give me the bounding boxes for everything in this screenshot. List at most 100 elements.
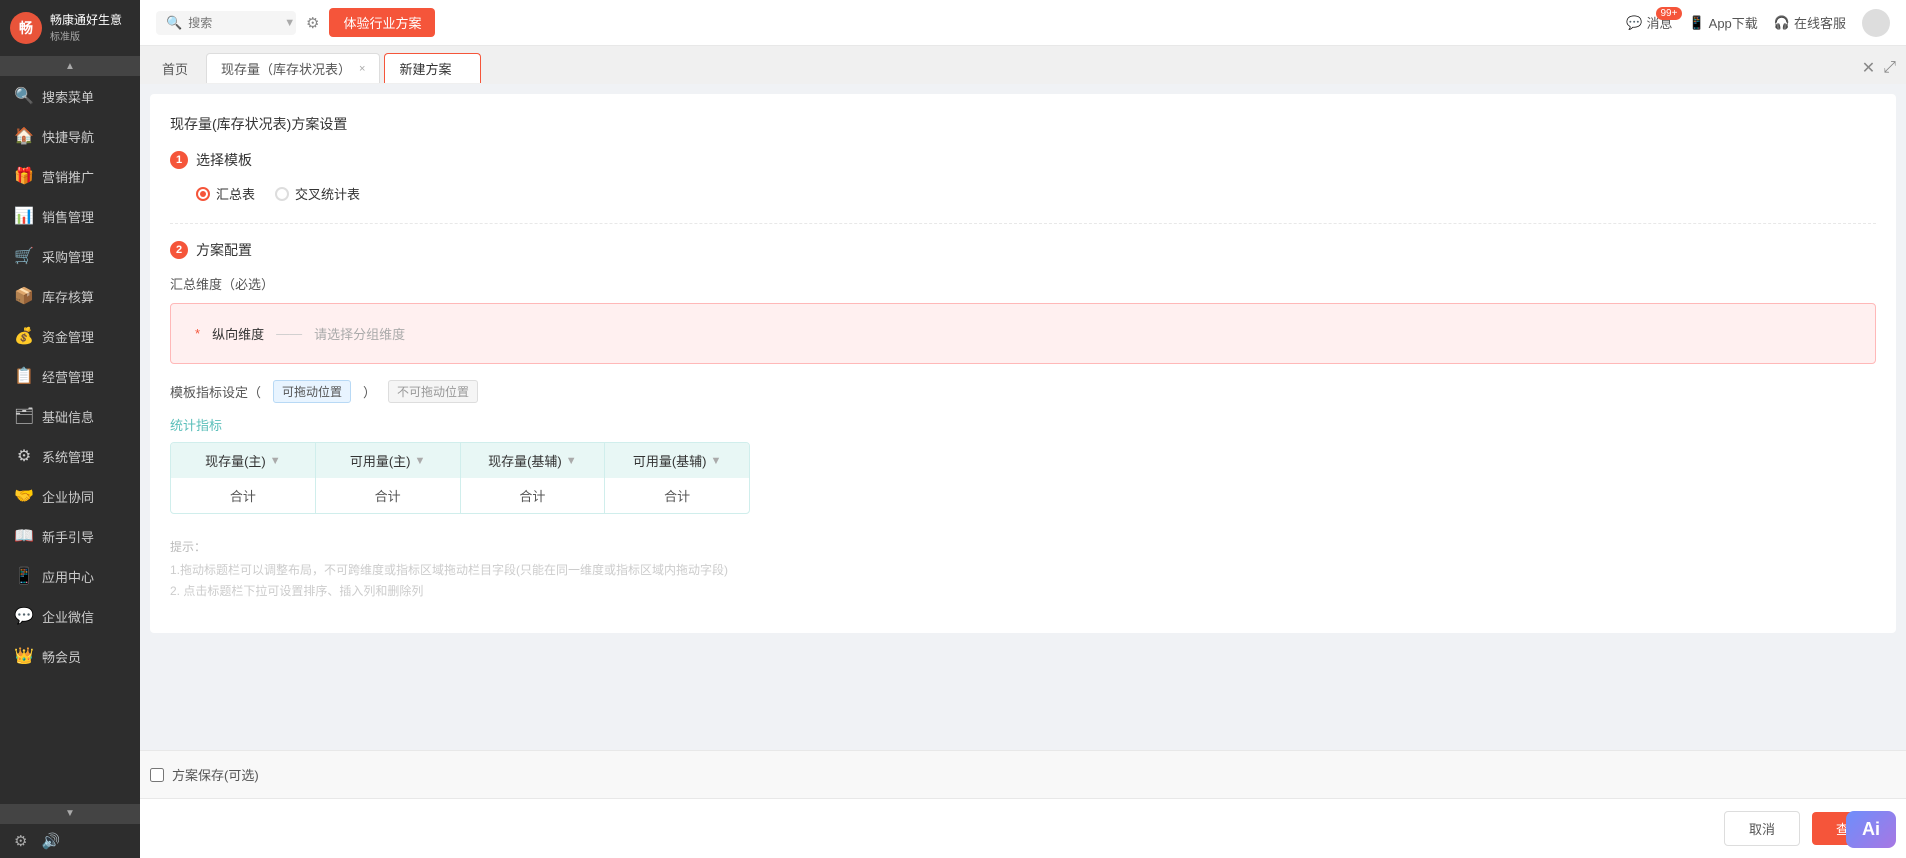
stats-col-4: 可用量(基辅) ▼ [605, 443, 749, 478]
stats-label: 统计指标 [170, 415, 1876, 434]
purchase-icon: 🛒 [14, 246, 34, 266]
stats-col-2: 可用量(主) ▼ [316, 443, 461, 478]
sidebar-item-new-guide[interactable]: 📖 新手引导 [0, 516, 140, 556]
message-badge: 99+ [1656, 7, 1683, 20]
summary-dimension-section: 汇总维度（必选） * 纵向维度 —— 请选择分组维度 模板指标设定（ 可拖动位置… [170, 274, 1876, 613]
stats-section: 统计指标 现存量(主) ▼ 可用量(主) [170, 415, 1876, 514]
col2-chevron-icon[interactable]: ▼ [415, 455, 426, 467]
col1-chevron-icon[interactable]: ▼ [270, 455, 281, 467]
radio-summary-circle[interactable] [196, 187, 210, 201]
divider1 [170, 223, 1876, 224]
section1-header: 1 选择模板 [170, 150, 1876, 170]
stats-body-col-1: 合计 [171, 478, 316, 513]
sidebar-item-label: 企业协同 [42, 487, 94, 506]
dimension-vertical-label: 纵向维度 [212, 324, 264, 343]
search-input[interactable] [188, 16, 278, 30]
window-close-button[interactable]: ✕ [1862, 58, 1875, 78]
tab-inventory-close[interactable]: × [359, 63, 365, 75]
sidebar-item-quick-nav[interactable]: 🏠 快捷导航 [0, 116, 140, 156]
gear-icon[interactable]: ⚙ [306, 14, 319, 32]
sidebar-item-wechat[interactable]: 💬 企业微信 [0, 596, 140, 636]
save-label: 方案保存(可选) [172, 765, 259, 784]
tips-item-1: 1.拖动标题栏可以调整布局，不可跨维度或指标区域拖动栏目字段(只能在同一维度或指… [170, 561, 1876, 578]
stats-table-header: 现存量(主) ▼ 可用量(主) ▼ [171, 443, 749, 478]
sidebar-item-system[interactable]: ⚙ 系统管理 [0, 436, 140, 476]
topbar-search-box[interactable]: 🔍 ▼ [156, 11, 296, 35]
tabbar: 首页 现存量（库存状况表） × 新建方案 × ✕ ⤢ [140, 46, 1906, 84]
dimension-box[interactable]: * 纵向维度 —— 请选择分组维度 [170, 303, 1876, 364]
sidebar-item-app-center[interactable]: 📱 应用中心 [0, 556, 140, 596]
stats-body-col-3: 合计 [461, 478, 606, 513]
member-icon: 👑 [14, 646, 34, 666]
sidebar-item-sales[interactable]: 📊 销售管理 [0, 196, 140, 236]
cancel-button[interactable]: 取消 [1724, 811, 1800, 846]
topbar-actions: 💬 消息 99+ 📱 App下载 🎧 在线客服 [1626, 9, 1890, 37]
finance-icon: 💰 [14, 326, 34, 346]
app-name: 畅康通好生意 [50, 13, 122, 29]
tab-inventory-status[interactable]: 现存量（库存状况表） × [206, 53, 380, 83]
tab-new-plan-close[interactable]: × [459, 63, 465, 75]
sidebar-item-inventory[interactable]: 📦 库存核算 [0, 276, 140, 316]
sidebar-logo: 畅 畅康通好生意 标准版 [0, 0, 140, 57]
radio-cross[interactable]: 交叉统计表 [275, 184, 360, 203]
dimension-dash: —— [276, 326, 302, 341]
basic-info-icon: 🗂 [14, 406, 34, 426]
wechat-icon: 💬 [14, 606, 34, 626]
message-icon: 💬 [1626, 15, 1642, 31]
sidebar-item-label: 销售管理 [42, 207, 94, 226]
template-options: 汇总表 交叉统计表 [196, 184, 1876, 203]
search-icon: 🔍 [166, 15, 182, 31]
topbar: 🔍 ▼ ⚙ 体验行业方案 💬 消息 99+ 📱 App下载 🎧 在线客服 [140, 0, 1906, 46]
sidebar-scroll-down[interactable]: ▼ [0, 804, 140, 823]
tab-new-plan[interactable]: 新建方案 × [384, 53, 480, 83]
sidebar-item-label: 营销推广 [42, 167, 94, 186]
stats-col-3: 现存量(基辅) ▼ [461, 443, 606, 478]
stats-table-body: 合计 合计 合计 合计 [171, 478, 749, 513]
sidebar-item-label: 畅会员 [42, 647, 81, 666]
radio-cross-circle[interactable] [275, 187, 289, 201]
tips-item-2: 2. 点击标题栏下拉可设置排序、插入列和删除列 [170, 582, 1876, 599]
summary-dimension-label: 汇总维度（必选） [170, 274, 1876, 293]
content-area: 现存量(库存状况表)方案设置 1 选择模板 汇总表 交叉统计表 2 [140, 84, 1906, 750]
sidebar-item-operations[interactable]: 📋 经营管理 [0, 356, 140, 396]
online-support-button[interactable]: 🎧 在线客服 [1774, 13, 1846, 32]
save-checkbox[interactable] [150, 768, 164, 782]
col3-chevron-icon[interactable]: ▼ [566, 455, 577, 467]
sidebar-item-search-menu[interactable]: 🔍 搜索菜单 [0, 76, 140, 116]
indicator-static: 不可拖动位置 [388, 380, 478, 403]
tips-title: 提示： [170, 538, 1876, 555]
sidebar-item-basic-info[interactable]: 🗂 基础信息 [0, 396, 140, 436]
window-controls: ✕ ⤢ [1862, 58, 1906, 78]
sidebar-item-marketing[interactable]: 🎁 营销推广 [0, 156, 140, 196]
sidebar-item-purchase[interactable]: 🛒 采购管理 [0, 236, 140, 276]
sidebar-item-label: 新手引导 [42, 527, 94, 546]
sound-icon[interactable]: 🔊 [41, 832, 60, 850]
system-icon: ⚙ [14, 446, 34, 466]
quick-nav-icon: 🏠 [14, 126, 34, 146]
settings-icon[interactable]: ⚙ [14, 832, 27, 850]
col4-chevron-icon[interactable]: ▼ [711, 455, 722, 467]
support-icon: 🎧 [1774, 15, 1790, 31]
app-version: 标准版 [50, 28, 122, 43]
sidebar-item-cooperation[interactable]: 🤝 企业协同 [0, 476, 140, 516]
sidebar-scroll-up[interactable]: ▲ [0, 57, 140, 76]
radio-summary[interactable]: 汇总表 [196, 184, 255, 203]
bottom-bar: 取消 查询 [140, 798, 1906, 858]
message-button[interactable]: 💬 消息 99+ [1626, 13, 1672, 32]
window-expand-button[interactable]: ⤢ [1883, 59, 1896, 77]
new-guide-icon: 📖 [14, 526, 34, 546]
chevron-down-icon[interactable]: ▼ [284, 17, 295, 29]
sidebar-item-finance[interactable]: 💰 资金管理 [0, 316, 140, 356]
app-download-button[interactable]: 📱 App下载 [1688, 13, 1757, 32]
operations-icon: 📋 [14, 366, 34, 386]
marketing-icon: 🎁 [14, 166, 34, 186]
user-avatar[interactable] [1862, 9, 1890, 37]
trial-button[interactable]: 体验行业方案 [329, 8, 435, 37]
ai-badge[interactable]: Ai [1846, 811, 1896, 848]
tab-home[interactable]: 首页 [148, 54, 202, 83]
settings-panel: 现存量(库存状况表)方案设置 1 选择模板 汇总表 交叉统计表 2 [150, 94, 1896, 633]
sidebar-item-member[interactable]: 👑 畅会员 [0, 636, 140, 676]
sales-icon: 📊 [14, 206, 34, 226]
inventory-icon: 📦 [14, 286, 34, 306]
indicator-row: 模板指标设定（ 可拖动位置 ） 不可拖动位置 [170, 380, 1876, 403]
